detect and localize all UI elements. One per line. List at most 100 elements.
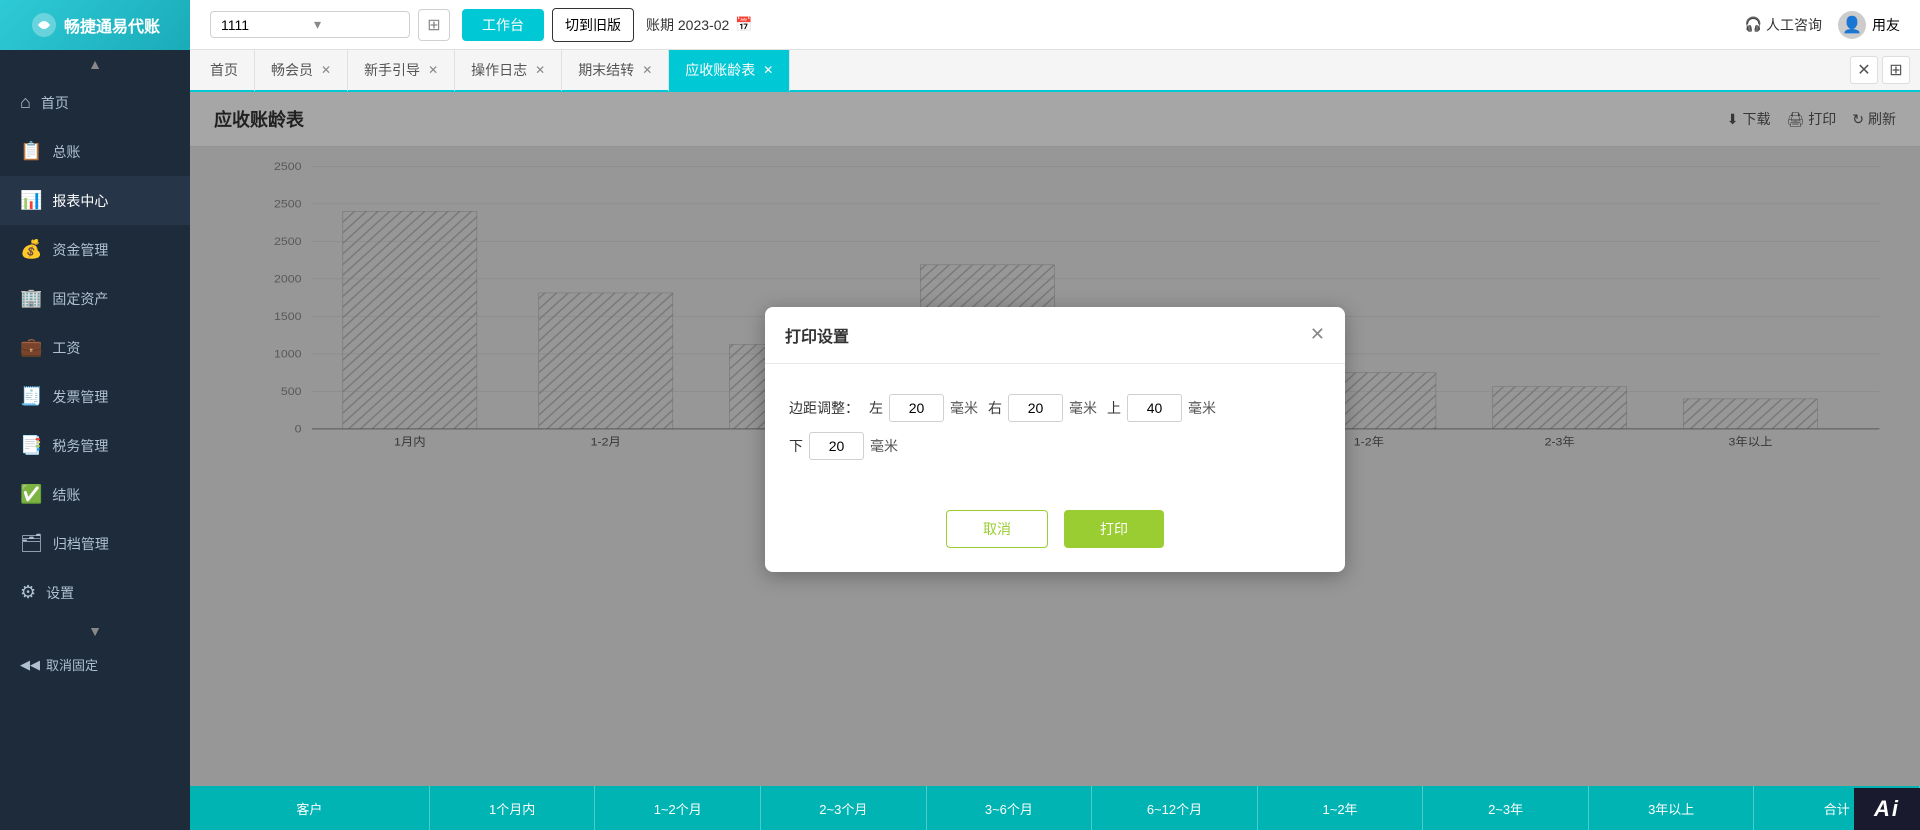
tab-guide-label: 新手引导 [364, 60, 420, 80]
bottom-margin-input[interactable] [809, 432, 864, 460]
tab-period-end-close[interactable]: ✕ [642, 63, 652, 77]
period-value: 2023-02 [678, 17, 729, 33]
tab-oplog-close[interactable]: ✕ [535, 63, 545, 77]
sidebar-item-settings[interactable]: ⚙ 设置 [0, 568, 190, 617]
sidebar-item-ledger[interactable]: 📋 总账 [0, 127, 190, 176]
right-margin-input[interactable] [1008, 394, 1063, 422]
sidebar-item-close[interactable]: ✅ 结账 [0, 470, 190, 519]
modal-body: 边距调整： 左 毫米 右 毫米 [765, 364, 1345, 490]
sidebar-label-close: 结账 [52, 485, 80, 505]
sidebar-label-funds: 资金管理 [52, 240, 108, 260]
sidebar-scroll-up[interactable]: ▲ [0, 50, 190, 78]
footer-col-3-6m: 3~6个月 [927, 786, 1093, 830]
confirm-print-button[interactable]: 打印 [1064, 510, 1164, 548]
sidebar-label-tax: 税务管理 [52, 436, 108, 456]
ai-badge: Ai [1854, 788, 1920, 830]
ledger-icon: 📋 [20, 141, 42, 162]
top-unit: 毫米 [1188, 398, 1216, 418]
consulting-label: 人工咨询 [1766, 15, 1822, 35]
footer-col-2-3m: 2~3个月 [761, 786, 927, 830]
sidebar-label-reports: 报表中心 [52, 191, 108, 211]
tab-home[interactable]: 首页 [190, 50, 255, 91]
user-label: 用友 [1872, 15, 1900, 35]
tab-guide-close[interactable]: ✕ [428, 63, 438, 77]
sidebar-label-invoice: 发票管理 [52, 387, 108, 407]
tab-actions: ✕ ⊞ [1850, 56, 1920, 84]
left-unit: 毫米 [950, 398, 978, 418]
tab-guide[interactable]: 新手引导 ✕ [348, 50, 455, 91]
funds-icon: 💰 [20, 239, 42, 260]
company-selector[interactable]: 1111 ▾ [210, 11, 410, 38]
tab-oplog[interactable]: 操作日志 ✕ [455, 50, 562, 91]
sidebar-item-invoice[interactable]: 🧾 发票管理 [0, 372, 190, 421]
sidebar-scroll-down[interactable]: ▼ [0, 617, 190, 645]
user-info[interactable]: 👤 用友 [1838, 11, 1900, 39]
reports-icon: 📊 [20, 190, 42, 211]
home-icon: ⌂ [20, 92, 31, 113]
footer-col-1-2m: 1~2个月 [595, 786, 761, 830]
footer-col-6-12m: 6~12个月 [1092, 786, 1258, 830]
top-margin-input[interactable] [1127, 394, 1182, 422]
sidebar-item-reports[interactable]: 📊 报表中心 [0, 176, 190, 225]
tab-ar-aging-close[interactable]: ✕ [763, 63, 773, 77]
sidebar-item-archive[interactable]: 🗂 归档管理 [0, 519, 190, 568]
sidebar-item-tax[interactable]: 📑 税务管理 [0, 421, 190, 470]
calendar-icon[interactable]: 📅 [735, 16, 752, 33]
sidebar-label-salary: 工资 [52, 338, 80, 358]
collapse-label: 取消固定 [46, 655, 98, 674]
main-layout: ▲ ⌂ 首页 📋 总账 📊 报表中心 💰 资金管理 🏢 固定资产 💼 工资 🧾 … [0, 50, 1920, 830]
tax-icon: 📑 [20, 435, 42, 456]
margin-label: 边距调整： [789, 398, 859, 418]
ai-label: Ai [1874, 796, 1900, 821]
close-all-tabs-button[interactable]: ✕ [1850, 56, 1878, 84]
avatar: 👤 [1838, 11, 1866, 39]
sidebar-item-home[interactable]: ⌂ 首页 [0, 78, 190, 127]
left-margin-input[interactable] [889, 394, 944, 422]
modal-header: 打印设置 ✕ [765, 307, 1345, 364]
sidebar-collapse-button[interactable]: ◀◀ 取消固定 [0, 645, 190, 684]
page-content: 应收账龄表 ⬇ 下载 🖨 打印 ↻ 刷新 [190, 92, 1920, 786]
tab-period-end[interactable]: 期末结转 ✕ [562, 50, 669, 91]
sidebar-item-assets[interactable]: 🏢 固定资产 [0, 274, 190, 323]
footer-col-3yplus: 3年以上 [1589, 786, 1755, 830]
tabs-bar: 首页 畅会员 ✕ 新手引导 ✕ 操作日志 ✕ 期末结转 ✕ 应收账龄表 ✕ [190, 50, 1920, 92]
logo-text: 畅捷通易代账 [64, 13, 160, 37]
top-right: 🎧 人工咨询 👤 用友 [1745, 11, 1900, 39]
footer-col-1m: 1个月内 [430, 786, 596, 830]
modal-title: 打印设置 [785, 323, 849, 347]
sidebar-item-salary[interactable]: 💼 工资 [0, 323, 190, 372]
margin-left-group: 左 毫米 [869, 394, 978, 422]
margin-right-group: 右 毫米 [988, 394, 1097, 422]
print-settings-modal: 打印设置 ✕ 边距调整： 左 毫米 右 [765, 307, 1345, 572]
switch-old-button[interactable]: 切到旧版 [552, 8, 634, 42]
modal-close-button[interactable]: ✕ [1310, 324, 1325, 345]
sidebar-item-funds[interactable]: 💰 资金管理 [0, 225, 190, 274]
archive-icon: 🗂 [20, 533, 43, 554]
tab-home-label: 首页 [210, 60, 238, 80]
assets-icon: 🏢 [20, 288, 42, 309]
footer-col-1-2y: 1~2年 [1258, 786, 1424, 830]
logo-icon [30, 11, 58, 39]
copy-button[interactable]: ⊞ [418, 9, 450, 41]
content-area: 首页 畅会员 ✕ 新手引导 ✕ 操作日志 ✕ 期末结转 ✕ 应收账龄表 ✕ [190, 50, 1920, 830]
settings-icon: ⚙ [20, 582, 36, 603]
dropdown-arrow-icon: ▾ [314, 16, 399, 33]
cancel-button[interactable]: 取消 [946, 510, 1048, 548]
tab-ar-aging[interactable]: 应收账龄表 ✕ [669, 50, 790, 91]
expand-tabs-button[interactable]: ⊞ [1882, 56, 1910, 84]
tab-period-end-label: 期末结转 [578, 60, 634, 80]
right-label: 右 [988, 398, 1002, 418]
tab-member-close[interactable]: ✕ [321, 63, 331, 77]
consulting-button[interactable]: 🎧 人工咨询 [1745, 15, 1822, 35]
margin-top-group: 上 毫米 [1107, 394, 1216, 422]
logo-area: 畅捷通易代账 [0, 0, 190, 50]
workbench-button[interactable]: 工作台 [462, 9, 544, 41]
tab-member-label: 畅会员 [271, 60, 313, 80]
left-label: 左 [869, 398, 883, 418]
tab-oplog-label: 操作日志 [471, 60, 527, 80]
sidebar: ▲ ⌂ 首页 📋 总账 📊 报表中心 💰 资金管理 🏢 固定资产 💼 工资 🧾 … [0, 50, 190, 830]
tab-member[interactable]: 畅会员 ✕ [255, 50, 348, 91]
sidebar-label-assets: 固定资产 [52, 289, 108, 309]
footer-col-2-3y: 2~3年 [1423, 786, 1589, 830]
modal-overlay: 打印设置 ✕ 边距调整： 左 毫米 右 [190, 92, 1920, 786]
